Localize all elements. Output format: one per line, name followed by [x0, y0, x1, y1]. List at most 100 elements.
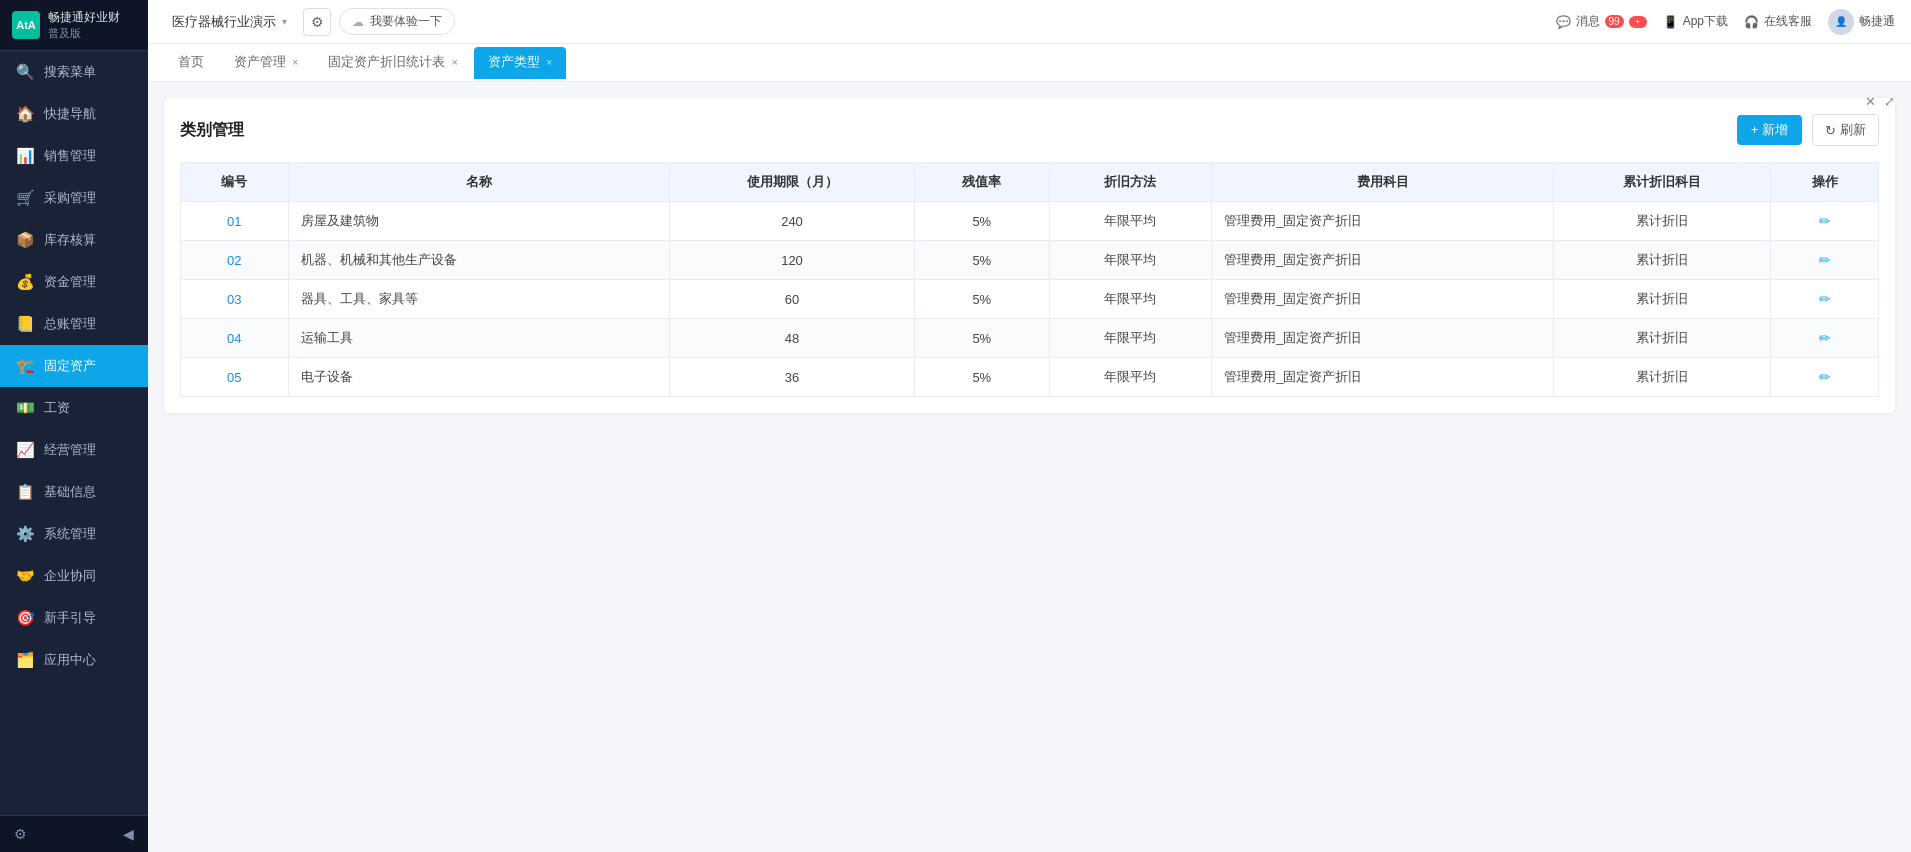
- sidebar-title: 畅捷通好业财 普及版: [48, 10, 120, 40]
- edit-cell[interactable]: ✏: [1771, 202, 1879, 241]
- cell-5: 管理费用_固定资产折旧: [1212, 319, 1554, 358]
- edit-icon[interactable]: ✏: [1819, 213, 1831, 229]
- tab-close-icon[interactable]: ×: [451, 56, 457, 68]
- edit-icon[interactable]: ✏: [1819, 369, 1831, 385]
- cell-2: 240: [670, 202, 915, 241]
- logo-icon: AtA: [12, 11, 40, 39]
- cell-2: 60: [670, 280, 915, 319]
- edit-icon[interactable]: ✏: [1819, 252, 1831, 268]
- sidebar-item-label: 固定资产: [44, 357, 96, 375]
- sidebar-item-system[interactable]: ⚙️ 系统管理: [0, 513, 148, 555]
- cloud-icon: ☁: [352, 15, 364, 29]
- edit-cell[interactable]: ✏: [1771, 280, 1879, 319]
- sidebar-item-ledger[interactable]: 📒 总账管理: [0, 303, 148, 345]
- notification-button[interactable]: 💬 消息 99+: [1556, 13, 1647, 30]
- app-download-button[interactable]: 📱 App下载: [1663, 13, 1728, 30]
- notification-label: 消息: [1576, 13, 1600, 30]
- tab-首页[interactable]: 首页: [164, 47, 218, 79]
- gear-icon: ⚙: [311, 14, 324, 30]
- topbar-settings-button[interactable]: ⚙: [303, 8, 331, 36]
- sidebar-item-guide[interactable]: 🎯 新手引导: [0, 597, 148, 639]
- cell-2: 36: [670, 358, 915, 397]
- sidebar-item-inventory[interactable]: 📦 库存核算: [0, 219, 148, 261]
- content-area: ✕ ⤢ 类别管理 + 新增 ↻ 刷新 编号名称使用期限（月）残值率折旧方法费: [148, 82, 1911, 852]
- cell-3: 5%: [914, 358, 1049, 397]
- customer-service-button[interactable]: 🎧 在线客服: [1744, 13, 1812, 30]
- cell-5: 管理费用_固定资产折旧: [1212, 202, 1554, 241]
- user-menu[interactable]: 👤 畅捷通: [1828, 9, 1895, 35]
- tab-label: 资产管理: [234, 53, 286, 71]
- sidebar-item-purchase[interactable]: 🛒 采购管理: [0, 177, 148, 219]
- cell-3: 5%: [914, 319, 1049, 358]
- edit-cell[interactable]: ✏: [1771, 319, 1879, 358]
- maximize-button[interactable]: ⤢: [1884, 94, 1895, 109]
- sidebar-item-label: 搜索菜单: [44, 63, 96, 81]
- salary-icon: 💵: [16, 399, 34, 417]
- enterprise-icon: 🤝: [16, 567, 34, 585]
- collapse-icon[interactable]: ◀: [123, 826, 134, 842]
- app-version: 普及版: [48, 26, 120, 40]
- sidebar-item-funds[interactable]: 💰 资金管理: [0, 261, 148, 303]
- cell-4: 年限平均: [1049, 319, 1211, 358]
- sidebar-item-salary[interactable]: 💵 工资: [0, 387, 148, 429]
- tab-资产管理[interactable]: 资产管理 ×: [220, 47, 312, 79]
- close-button[interactable]: ✕: [1865, 94, 1876, 109]
- download-icon: 📱: [1663, 15, 1678, 29]
- tab-label: 固定资产折旧统计表: [328, 53, 445, 71]
- cell-0: 05: [181, 358, 289, 397]
- cell-0: 02: [181, 241, 289, 280]
- cell-6: 累计折旧: [1554, 202, 1771, 241]
- content-panel: 类别管理 + 新增 ↻ 刷新 编号名称使用期限（月）残值率折旧方法费用科目累计折…: [164, 98, 1895, 413]
- sidebar-item-label: 新手引导: [44, 609, 96, 627]
- cell-1: 机器、机械和其他生产设备: [288, 241, 670, 280]
- quicknav-icon: 🏠: [16, 105, 34, 123]
- sidebar-item-enterprise[interactable]: 🤝 企业协同: [0, 555, 148, 597]
- table-row: 04运输工具485%年限平均管理费用_固定资产折旧累计折旧✏: [181, 319, 1879, 358]
- tab-close-icon[interactable]: ×: [546, 56, 552, 68]
- tab-资产类型[interactable]: 资产类型×: [474, 47, 566, 79]
- col-header-名称: 名称: [288, 163, 670, 202]
- ledger-icon: 📒: [16, 315, 34, 333]
- tab-close-icon[interactable]: ×: [292, 56, 298, 68]
- sidebar-item-label: 系统管理: [44, 525, 96, 543]
- col-header-编号: 编号: [181, 163, 289, 202]
- cell-4: 年限平均: [1049, 202, 1211, 241]
- experience-button[interactable]: ☁ 我要体验一下: [339, 8, 455, 35]
- sidebar-item-label: 总账管理: [44, 315, 96, 333]
- sidebar-item-quicknav[interactable]: 🏠 快捷导航: [0, 93, 148, 135]
- edit-icon[interactable]: ✏: [1819, 291, 1831, 307]
- experience-label: 我要体验一下: [370, 13, 442, 30]
- settings-icon[interactable]: ⚙: [14, 826, 27, 842]
- sidebar-item-label: 工资: [44, 399, 70, 417]
- sidebar-item-sales[interactable]: 📊 销售管理: [0, 135, 148, 177]
- username: 畅捷通: [1859, 13, 1895, 30]
- sidebar-item-operations[interactable]: 📈 经营管理: [0, 429, 148, 471]
- cell-2: 120: [670, 241, 915, 280]
- sidebar-item-label: 采购管理: [44, 189, 96, 207]
- sidebar-item-basic[interactable]: 📋 基础信息: [0, 471, 148, 513]
- new-button[interactable]: + 新增: [1737, 115, 1802, 145]
- search-icon: 🔍: [16, 63, 34, 81]
- sidebar-item-search[interactable]: 🔍 搜索菜单: [0, 51, 148, 93]
- inventory-icon: 📦: [16, 231, 34, 249]
- table-header-row: 编号名称使用期限（月）残值率折旧方法费用科目累计折旧科目操作: [181, 163, 1879, 202]
- sidebar-item-appcenter[interactable]: 🗂️ 应用中心: [0, 639, 148, 681]
- edit-cell[interactable]: ✏: [1771, 358, 1879, 397]
- tab-固定资产折旧统计表[interactable]: 固定资产折旧统计表 ×: [314, 47, 471, 79]
- sidebar-item-fixed[interactable]: 🏗️ 固定资产: [0, 345, 148, 387]
- operations-icon: 📈: [16, 441, 34, 459]
- refresh-button[interactable]: ↻ 刷新: [1812, 114, 1879, 146]
- topbar-right: 💬 消息 99+ 📱 App下载 🎧 在线客服 👤 畅捷通: [1556, 9, 1895, 35]
- col-header-使用期限（月）: 使用期限（月）: [670, 163, 915, 202]
- sidebar-nav: 🔍 搜索菜单 🏠 快捷导航 📊 销售管理 🛒 采购管理 📦 库存核算 💰 资金管…: [0, 51, 148, 815]
- company-selector[interactable]: 医疗器械行业演示 ▾: [164, 9, 295, 35]
- cell-6: 累计折旧: [1554, 241, 1771, 280]
- col-header-累计折旧科目: 累计折旧科目: [1554, 163, 1771, 202]
- table-row: 02机器、机械和其他生产设备1205%年限平均管理费用_固定资产折旧累计折旧✏: [181, 241, 1879, 280]
- guide-icon: 🎯: [16, 609, 34, 627]
- window-controls: ✕ ⤢: [1865, 94, 1895, 109]
- edit-icon[interactable]: ✏: [1819, 330, 1831, 346]
- table-body: 01房屋及建筑物2405%年限平均管理费用_固定资产折旧累计折旧✏02机器、机械…: [181, 202, 1879, 397]
- basic-icon: 📋: [16, 483, 34, 501]
- edit-cell[interactable]: ✏: [1771, 241, 1879, 280]
